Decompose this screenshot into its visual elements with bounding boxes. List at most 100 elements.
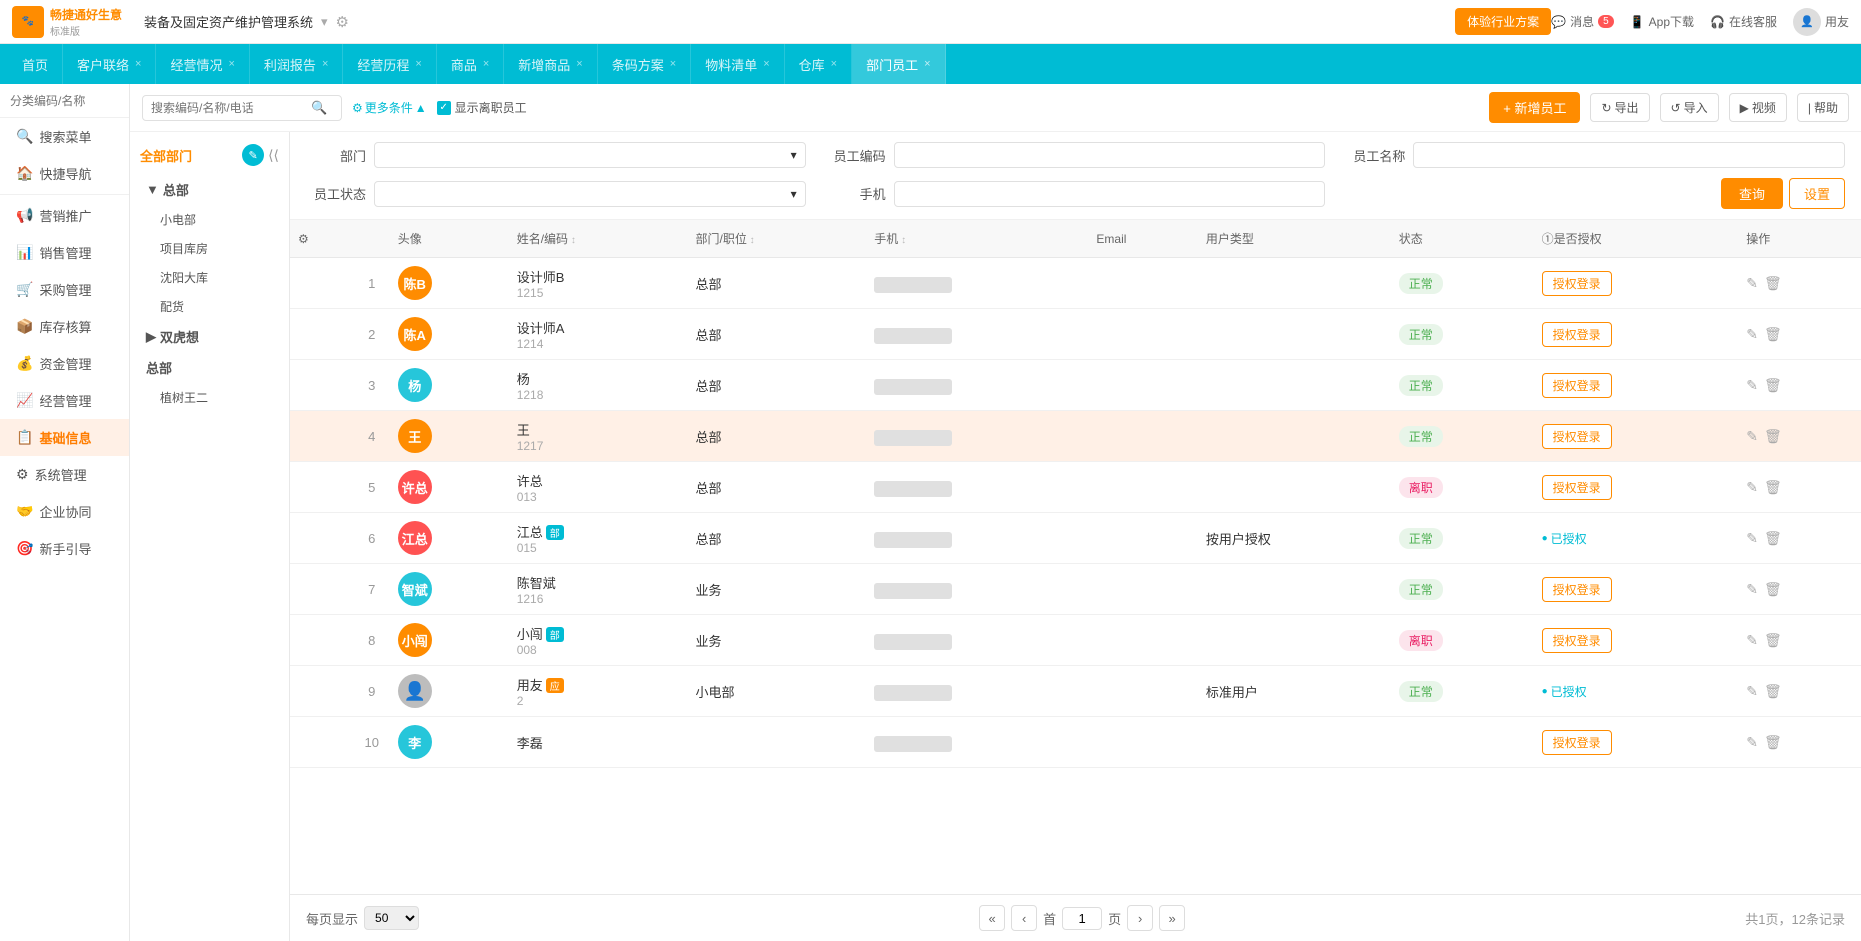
first-page-btn[interactable]: « xyxy=(979,905,1005,931)
sidebar-item-inventory[interactable]: 📦库存核算 xyxy=(0,308,129,345)
tab-customer[interactable]: 客户联络 × xyxy=(63,44,156,84)
dept-node-small-elec[interactable]: 小电部 xyxy=(140,205,289,234)
close-icon[interactable]: × xyxy=(670,58,676,70)
import-btn[interactable]: ↺ 导入 xyxy=(1660,93,1719,122)
next-page-btn[interactable]: › xyxy=(1127,905,1153,931)
tab-department[interactable]: 部门员工 × xyxy=(852,44,945,84)
dept-node-dispatch[interactable]: 配货 xyxy=(140,292,289,321)
close-icon[interactable]: × xyxy=(228,58,234,70)
delete-icon[interactable]: 🗑 xyxy=(1764,683,1782,700)
col-dept[interactable]: 部门/职位 xyxy=(688,220,867,258)
sidebar-item-search[interactable]: 🔍搜索菜单 xyxy=(0,118,129,155)
page-size-select[interactable]: 50 20 100 xyxy=(364,906,419,930)
auth-login-btn[interactable]: 授权登录 xyxy=(1542,373,1612,398)
auth-login-btn[interactable]: 授权登录 xyxy=(1542,424,1612,449)
delete-icon[interactable]: 🗑 xyxy=(1764,479,1782,496)
page-input[interactable] xyxy=(1062,907,1102,930)
app-download-btn[interactable]: 📱 App下载 xyxy=(1630,13,1694,30)
close-icon[interactable]: × xyxy=(831,58,837,70)
close-icon[interactable]: × xyxy=(415,58,421,70)
filter-phone-input[interactable] xyxy=(894,181,1326,207)
tab-home[interactable]: 首页 xyxy=(8,44,63,84)
dept-node-project[interactable]: 项目库房 xyxy=(140,234,289,263)
user-area[interactable]: 👤 用友 xyxy=(1793,8,1849,36)
delete-icon[interactable]: 🗑 xyxy=(1764,632,1782,649)
tab-goods[interactable]: 商品 × xyxy=(437,44,504,84)
sidebar-item-basic[interactable]: 📋基础信息 xyxy=(0,419,129,456)
online-service-btn[interactable]: 🎧 在线客服 xyxy=(1710,13,1777,30)
show-resigned-toggle[interactable]: ✓ 显示离职员工 xyxy=(437,99,527,116)
edit-icon[interactable]: ✎ xyxy=(1746,683,1758,700)
filter-status-select[interactable]: ▾ xyxy=(374,181,806,207)
edit-icon[interactable]: ✎ xyxy=(1746,479,1758,496)
auth-login-btn[interactable]: 授权登录 xyxy=(1542,271,1612,296)
sidebar-item-system[interactable]: ⚙系统管理 xyxy=(0,456,129,493)
settings-btn[interactable]: ⚙ xyxy=(336,13,349,31)
tab-operation[interactable]: 经营情况 × xyxy=(156,44,249,84)
sidebar-item-marketing[interactable]: 📢营销推广 xyxy=(0,197,129,234)
edit-icon[interactable]: ✎ xyxy=(1746,275,1758,292)
sidebar-item-operation[interactable]: 📈经营管理 xyxy=(0,382,129,419)
delete-icon[interactable]: 🗑 xyxy=(1764,734,1782,751)
sidebar-item-guide[interactable]: 🎯新手引导 xyxy=(0,530,129,567)
tab-new-goods[interactable]: 新增商品 × xyxy=(504,44,597,84)
close-icon[interactable]: × xyxy=(483,58,489,70)
tab-history[interactable]: 经营历程 × xyxy=(343,44,436,84)
col-name-code[interactable]: 姓名/编码 xyxy=(509,220,688,258)
delete-icon[interactable]: 🗑 xyxy=(1764,581,1782,598)
close-icon[interactable]: × xyxy=(322,58,328,70)
auth-login-btn[interactable]: 授权登录 xyxy=(1542,322,1612,347)
query-btn[interactable]: 查询 xyxy=(1721,178,1783,209)
col-settings[interactable]: ⚙ xyxy=(290,220,354,258)
delete-icon[interactable]: 🗑 xyxy=(1764,326,1782,343)
dept-node-hq[interactable]: 总部 xyxy=(130,352,289,383)
sidebar-item-finance[interactable]: 💰资金管理 xyxy=(0,345,129,382)
close-icon[interactable]: × xyxy=(924,58,930,70)
tab-bom[interactable]: 物料清单 × xyxy=(691,44,784,84)
close-icon[interactable]: × xyxy=(135,58,141,70)
close-icon[interactable]: × xyxy=(576,58,582,70)
dept-node-double-tiger[interactable]: ▶ 双虎想 xyxy=(130,321,289,352)
auth-login-btn[interactable]: 授权登录 xyxy=(1542,628,1612,653)
dept-edit-btn[interactable]: ✎ xyxy=(242,144,264,166)
delete-icon[interactable]: 🗑 xyxy=(1764,377,1782,394)
tab-warehouse[interactable]: 仓库 × xyxy=(785,44,852,84)
sidebar-item-nav[interactable]: 🏠快捷导航 xyxy=(0,155,129,192)
col-phone[interactable]: 手机 xyxy=(866,220,1088,258)
experience-plan-btn[interactable]: 体验行业方案 xyxy=(1455,8,1551,35)
dept-node-plant[interactable]: 植树王二 xyxy=(140,383,289,412)
edit-icon[interactable]: ✎ xyxy=(1746,632,1758,649)
dropdown-arrow[interactable]: ▾ xyxy=(321,14,328,30)
dept-collapse-btn[interactable]: ⟨⟨ xyxy=(268,147,279,164)
edit-icon[interactable]: ✎ xyxy=(1746,377,1758,394)
edit-icon[interactable]: ✎ xyxy=(1746,581,1758,598)
sidebar-item-sales[interactable]: 📊销售管理 xyxy=(0,234,129,271)
delete-icon[interactable]: 🗑 xyxy=(1764,530,1782,547)
filter-dept-select[interactable]: ▾ xyxy=(374,142,806,168)
last-page-btn[interactable]: » xyxy=(1159,905,1185,931)
reset-btn[interactable]: 设置 xyxy=(1789,178,1845,209)
help-btn[interactable]: | 帮助 xyxy=(1797,93,1849,122)
tab-barcode[interactable]: 条码方案 × xyxy=(598,44,691,84)
edit-icon[interactable]: ✎ xyxy=(1746,428,1758,445)
auth-login-btn[interactable]: 授权登录 xyxy=(1542,730,1612,755)
edit-icon[interactable]: ✎ xyxy=(1746,530,1758,547)
dept-node-shenyang[interactable]: 沈阳大库 xyxy=(140,263,289,292)
sidebar-search-input[interactable] xyxy=(10,94,130,108)
close-icon[interactable]: × xyxy=(763,58,769,70)
search-input[interactable] xyxy=(151,101,311,115)
sidebar-item-purchase[interactable]: 🛒采购管理 xyxy=(0,271,129,308)
prev-page-btn[interactable]: ‹ xyxy=(1011,905,1037,931)
sidebar-item-collab[interactable]: 🤝企业协同 xyxy=(0,493,129,530)
view-btn[interactable]: ▶ 视频 xyxy=(1729,93,1787,122)
more-filter-btn[interactable]: ⚙ 更多条件 ▲ xyxy=(352,99,427,116)
add-employee-btn[interactable]: + 新增员工 xyxy=(1489,92,1580,123)
delete-icon[interactable]: 🗑 xyxy=(1764,275,1782,292)
auth-login-btn[interactable]: 授权登录 xyxy=(1542,577,1612,602)
auth-login-btn[interactable]: 授权登录 xyxy=(1542,475,1612,500)
message-btn[interactable]: 💬 消息 5 xyxy=(1551,13,1614,30)
dept-node-general[interactable]: ▼ 总部 xyxy=(130,174,289,205)
delete-icon[interactable]: 🗑 xyxy=(1764,428,1782,445)
filter-name-input[interactable] xyxy=(1413,142,1845,168)
edit-icon[interactable]: ✎ xyxy=(1746,326,1758,343)
